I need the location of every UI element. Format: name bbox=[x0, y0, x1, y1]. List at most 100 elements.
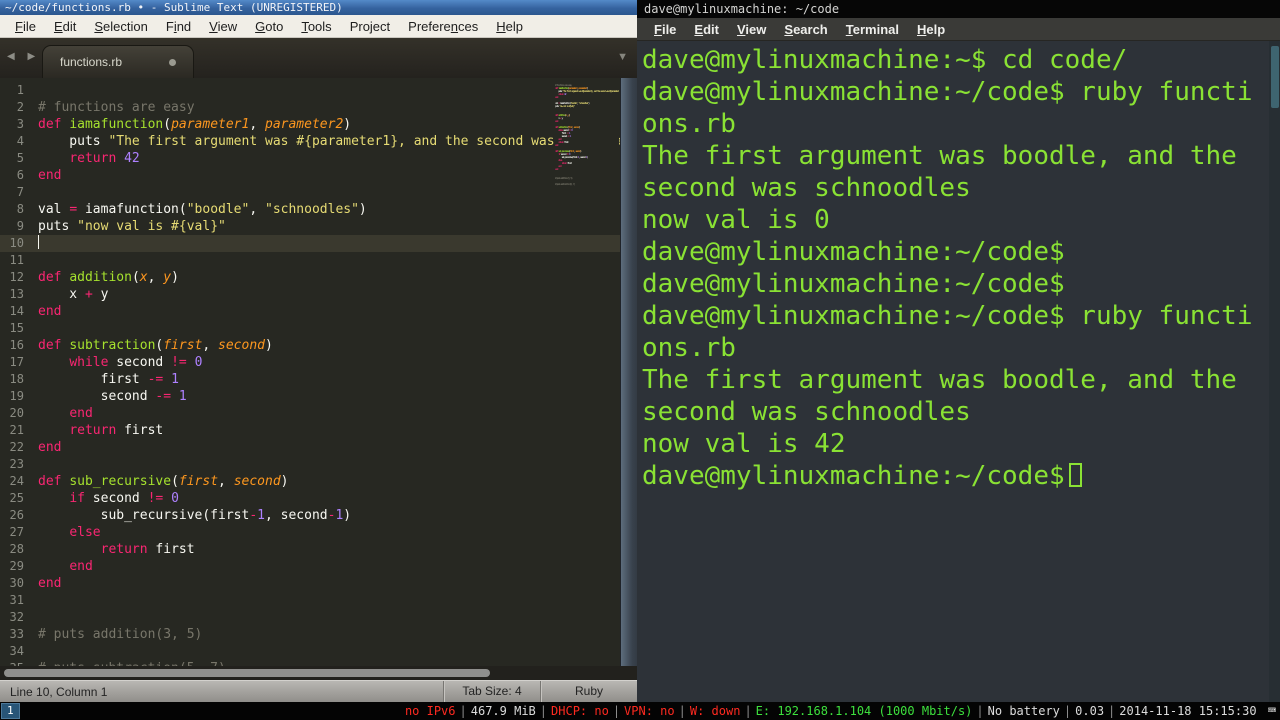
code-line-24[interactable]: 24 def sub_recursive(first, second) bbox=[0, 473, 637, 490]
code-text: end bbox=[69, 406, 93, 421]
tab-overflow-icon[interactable]: ▼ bbox=[617, 51, 628, 63]
line-number: 8 bbox=[16, 202, 24, 216]
menu-item-project[interactable]: Project bbox=[341, 19, 399, 34]
terminal-menu-item-view[interactable]: View bbox=[728, 22, 775, 37]
code-line-21[interactable]: 21 return first bbox=[0, 422, 637, 439]
code-line-7[interactable]: 7 bbox=[0, 184, 637, 201]
workspace-indicator[interactable]: 1 bbox=[1, 703, 20, 719]
code-line-25[interactable]: 25 if second != 0 bbox=[0, 490, 637, 507]
line-number: 24 bbox=[9, 474, 24, 488]
line-number: 30 bbox=[9, 576, 24, 590]
terminal-menu-item-edit[interactable]: Edit bbox=[685, 22, 728, 37]
code-line-27[interactable]: 27 else bbox=[0, 524, 637, 541]
menu-item-edit[interactable]: Edit bbox=[45, 19, 85, 34]
code-line-34[interactable]: 34 bbox=[0, 643, 637, 660]
cursor-position-label: Line 10, Column 1 bbox=[10, 684, 108, 699]
line-number: 6 bbox=[16, 168, 24, 182]
code-line-9[interactable]: 9 puts "now val is #{val}" bbox=[0, 218, 637, 235]
taskbar: 1 no IPv6 | 467.9 MiB | DHCP: no | VPN: no | W: … bbox=[0, 702, 1280, 720]
terminal-line: second was schnoodles bbox=[642, 397, 971, 427]
line-number: 31 bbox=[9, 593, 24, 607]
code-text: return first bbox=[100, 542, 195, 557]
menu-item-selection[interactable]: Selection bbox=[85, 19, 156, 34]
status-segment: 0.03 bbox=[1075, 704, 1105, 718]
terminal-line: dave@mylinuxmachine:~/code$ ruby functi bbox=[642, 77, 1253, 107]
sublime-tab-bar: ◀ ▶ functions.rb ▼ bbox=[0, 38, 637, 78]
terminal-line: dave@mylinuxmachine:~/code$ ruby functi bbox=[642, 301, 1253, 331]
code-text: end bbox=[38, 168, 62, 183]
code-line-1[interactable]: 1 bbox=[0, 82, 637, 99]
code-line-6[interactable]: 6 end bbox=[0, 167, 637, 184]
code-text: return 42 bbox=[69, 151, 140, 166]
code-line-17[interactable]: 17 while second != 0 bbox=[0, 354, 637, 371]
code-line-14[interactable]: 14 end bbox=[0, 303, 637, 320]
code-line-32[interactable]: 32 bbox=[0, 609, 637, 626]
code-line-15[interactable]: 15 bbox=[0, 320, 637, 337]
line-number: 34 bbox=[9, 644, 24, 658]
terminal-output[interactable]: dave@mylinuxmachine:~$ cd code/dave@myli… bbox=[637, 41, 1269, 702]
code-line-10[interactable]: 10 bbox=[0, 235, 637, 252]
code-line-20[interactable]: 20 end bbox=[0, 405, 637, 422]
code-line-33[interactable]: 33 # puts addition(3, 5) bbox=[0, 626, 637, 643]
menu-item-tools[interactable]: Tools bbox=[292, 19, 340, 34]
code-line-28[interactable]: 28 return first bbox=[0, 541, 637, 558]
code-text: return first bbox=[69, 423, 164, 438]
minimap[interactable]: # functions are easy def iamafunction(par… bbox=[555, 78, 619, 218]
line-number: 14 bbox=[9, 304, 24, 318]
code-line-13[interactable]: 13 x + y bbox=[0, 286, 637, 303]
status-separator: | bbox=[1063, 704, 1072, 718]
code-line-26[interactable]: 26 sub_recursive(first-1, second-1) bbox=[0, 507, 637, 524]
syntax-indicator[interactable]: Ruby bbox=[540, 681, 637, 702]
code-line-4[interactable]: 4 puts "The first argument was #{paramet… bbox=[0, 133, 637, 150]
menu-item-goto[interactable]: Goto bbox=[246, 19, 292, 34]
code-line-3[interactable]: 3 def iamafunction(parameter1, parameter2… bbox=[0, 116, 637, 133]
status-segment: 2014-11-18 15:15:30 bbox=[1119, 704, 1257, 718]
sublime-title-bar[interactable]: ~/code/functions.rb • - Sublime Text (UN… bbox=[0, 0, 637, 15]
code-line-22[interactable]: 22 end bbox=[0, 439, 637, 456]
code-line-2[interactable]: 2 # functions are easy bbox=[0, 99, 637, 116]
keyboard-tray-icon[interactable]: ⌨ bbox=[1268, 703, 1276, 719]
code-line-19[interactable]: 19 second -= 1 bbox=[0, 388, 637, 405]
line-number: 13 bbox=[9, 287, 24, 301]
code-line-16[interactable]: 16 def subtraction(first, second) bbox=[0, 337, 637, 354]
terminal-scrollbar-thumb[interactable] bbox=[1271, 46, 1279, 108]
terminal-scrollbar[interactable] bbox=[1269, 41, 1280, 702]
code-line-31[interactable]: 31 bbox=[0, 592, 637, 609]
line-number: 33 bbox=[9, 627, 24, 641]
menu-item-file[interactable]: File bbox=[6, 19, 45, 34]
code-line-11[interactable]: 11 bbox=[0, 252, 637, 269]
status-separator: | bbox=[459, 704, 467, 718]
code-text: while second != 0 bbox=[69, 355, 203, 370]
terminal-line: dave@mylinuxmachine:~$ cd code/ bbox=[642, 45, 1128, 75]
code-line-18[interactable]: 18 first -= 1 bbox=[0, 371, 637, 388]
status-segment: no IPv6 bbox=[404, 704, 456, 718]
code-line-29[interactable]: 29 end bbox=[0, 558, 637, 575]
terminal-menu-item-terminal[interactable]: Terminal bbox=[837, 22, 908, 37]
terminal-menu-item-help[interactable]: Help bbox=[908, 22, 954, 37]
tab-functions-rb[interactable]: functions.rb bbox=[42, 45, 194, 78]
menu-item-preferences[interactable]: Preferences bbox=[399, 19, 487, 34]
tab-size-indicator[interactable]: Tab Size: 4 bbox=[443, 681, 540, 702]
code-line-5[interactable]: 5 return 42 bbox=[0, 150, 637, 167]
editor-vertical-scrollbar[interactable] bbox=[620, 78, 637, 666]
code-line-23[interactable]: 23 bbox=[0, 456, 637, 473]
terminal-title-bar[interactable]: dave@mylinuxmachine: ~/code bbox=[637, 0, 1280, 18]
menu-item-view[interactable]: View bbox=[200, 19, 246, 34]
code-line-12[interactable]: 12 def addition(x, y) bbox=[0, 269, 637, 286]
menu-item-help[interactable]: Help bbox=[487, 19, 532, 34]
tab-scroll-arrows-icon[interactable]: ◀ ▶ bbox=[7, 51, 40, 62]
editor-horizontal-scrollbar[interactable] bbox=[0, 666, 637, 680]
terminal-menu-item-search[interactable]: Search bbox=[775, 22, 836, 37]
line-number: 5 bbox=[16, 151, 24, 165]
code-text: end bbox=[38, 304, 62, 319]
code-line-8[interactable]: 8 val = iamafunction("boodle", "schnoodle… bbox=[0, 201, 637, 218]
code-text: sub_recursive(first-1, second-1) bbox=[38, 508, 352, 523]
horizontal-scrollbar-thumb[interactable] bbox=[4, 669, 490, 677]
code-text: puts "now val is #{val}" bbox=[38, 219, 226, 234]
terminal-menu-item-file[interactable]: File bbox=[645, 22, 685, 37]
code-line-30[interactable]: 30 end bbox=[0, 575, 637, 592]
code-text: # puts addition(3, 5) bbox=[38, 627, 203, 642]
status-segment: E: 192.168.1.104 (1000 Mbit/s) bbox=[755, 704, 973, 718]
menu-item-find[interactable]: Find bbox=[157, 19, 200, 34]
code-editor[interactable]: 1 2 # functions are easy 3 def iamafunction(… bbox=[0, 78, 637, 666]
